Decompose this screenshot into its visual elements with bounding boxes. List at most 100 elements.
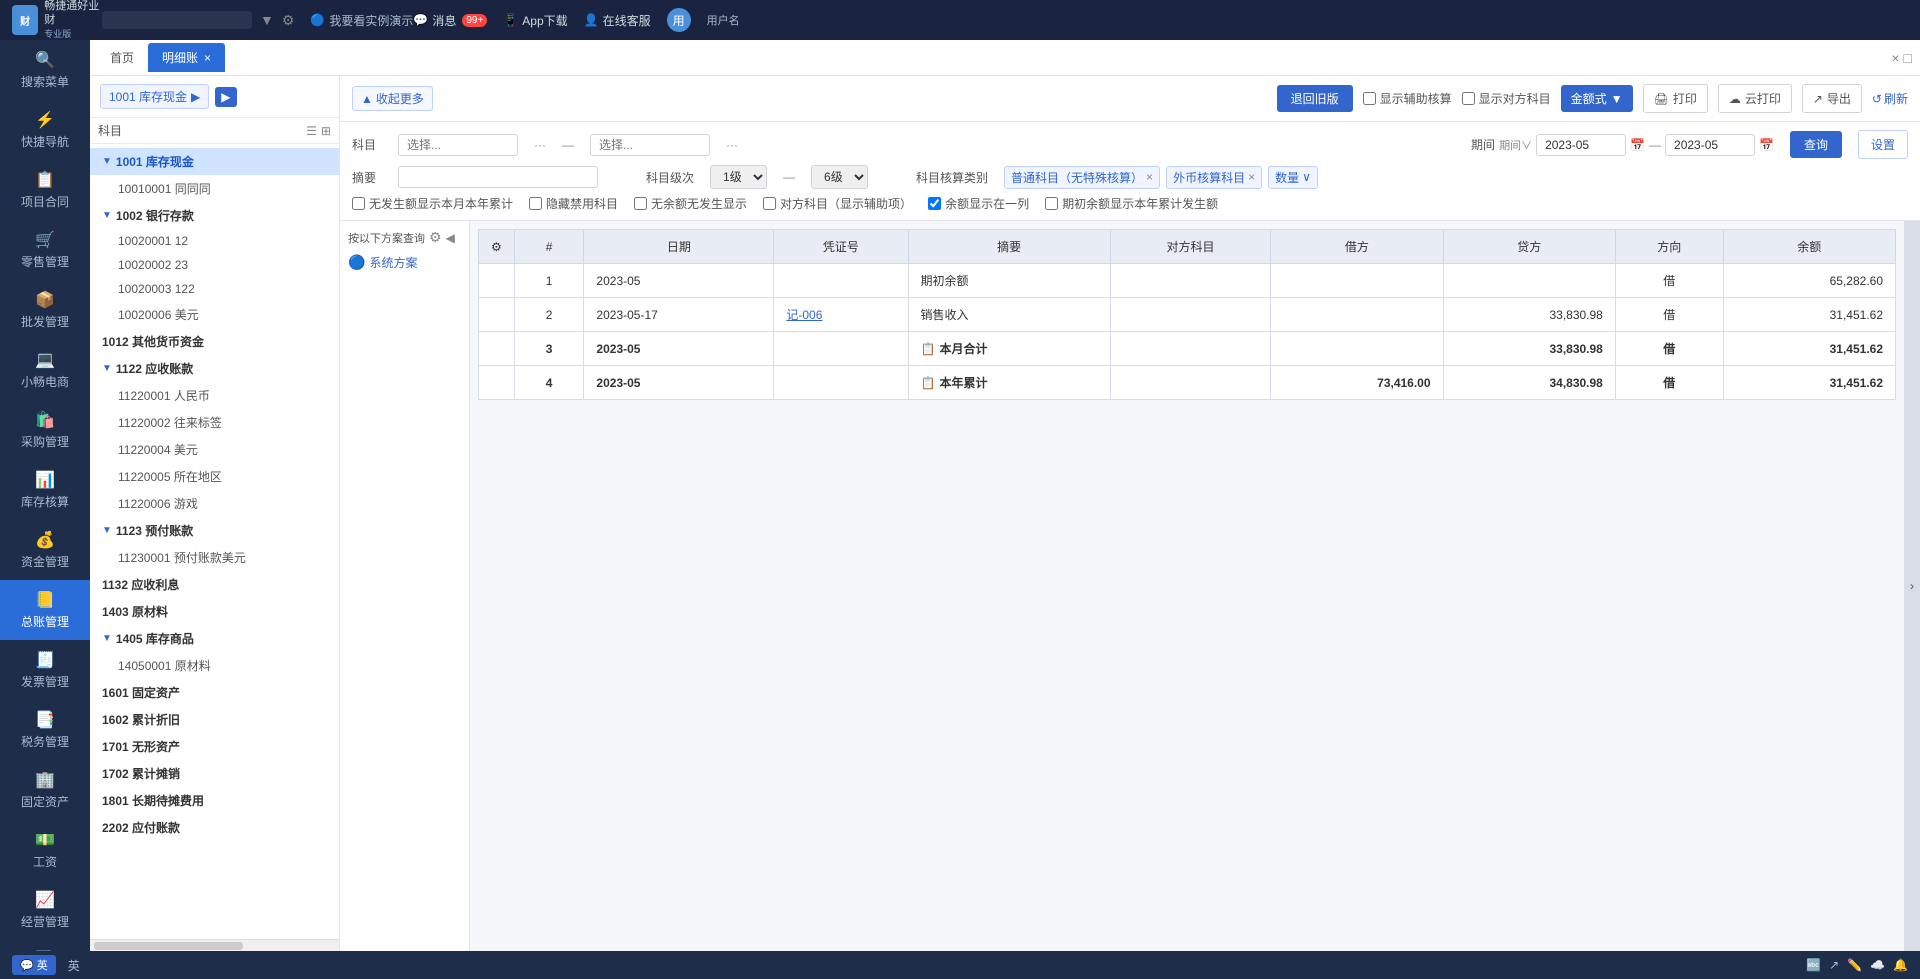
tree-item-1601[interactable]: 1601 固定资产 xyxy=(90,679,339,706)
row2-voucher[interactable]: 记-006 xyxy=(774,298,908,332)
return-old-btn[interactable]: 退回旧版 xyxy=(1277,85,1353,112)
kemu-tag-1[interactable]: 普通科目（无特殊核算） × xyxy=(1004,166,1160,189)
tree-item-1602[interactable]: 1602 累计折旧 xyxy=(90,706,339,733)
status-icon-5[interactable]: 🔔 xyxy=(1893,958,1908,972)
cloud-print-btn[interactable]: ☁ 云打印 xyxy=(1718,84,1792,113)
tree-item-1403[interactable]: 1403 原材料 xyxy=(90,598,339,625)
sidebar-item-capital[interactable]: 💰 资金管理 xyxy=(0,520,90,580)
tree-item-1405[interactable]: ▼ 1405 库存商品 xyxy=(90,625,339,652)
sidebar-item-invoice[interactable]: 🧾 发票管理 xyxy=(0,640,90,700)
sidebar-item-quicknav[interactable]: ⚡ 快捷导航 xyxy=(0,100,90,160)
period-end-input[interactable] xyxy=(1665,134,1755,156)
level-start-select[interactable]: 1级2级3级 xyxy=(710,165,767,189)
header-search-input[interactable] xyxy=(102,11,252,29)
sidebar-item-xcsales[interactable]: 📝 小畅报销 xyxy=(0,940,90,951)
sidebar-item-retail[interactable]: 🛒 零售管理 xyxy=(0,220,90,280)
refresh-btn[interactable]: ↺ 刷新 xyxy=(1872,90,1908,107)
tab-close-btn[interactable]: × xyxy=(204,51,211,65)
scheme-item[interactable]: 🔵 系统方案 xyxy=(348,254,461,271)
checkbox-no-balance[interactable]: 无余额无发生显示 xyxy=(634,195,747,212)
sidebar-item-project[interactable]: 📋 项目合同 xyxy=(0,160,90,220)
tag1-remove-btn[interactable]: × xyxy=(1146,170,1153,184)
online-service-btn[interactable]: 👤 在线客服 xyxy=(584,12,651,29)
tree-item-1122[interactable]: ▼ 1122 应收账款 xyxy=(90,355,339,382)
tree-item-11220001[interactable]: 11220001 人民币 xyxy=(90,382,339,409)
search-dropdown-icon[interactable]: ▼ xyxy=(260,12,274,28)
sidebar-item-assets[interactable]: 🏢 固定资产 xyxy=(0,760,90,820)
settings-icon[interactable]: ⚙ xyxy=(282,12,295,29)
tab-close-window-btn[interactable]: × xyxy=(1891,50,1899,66)
level-end-select[interactable]: 6级5级4级 xyxy=(811,165,868,189)
no-balance-input[interactable] xyxy=(634,197,647,210)
contra-checkbox-input[interactable] xyxy=(1462,92,1475,105)
checkbox-opening[interactable]: 期初余额显示本年累计发生额 xyxy=(1045,195,1218,212)
checkbox-no-amount[interactable]: 无发生额显示本月本年累计 xyxy=(352,195,513,212)
tree-item-1702[interactable]: 1702 累计摊销 xyxy=(90,760,339,787)
tree-item-11220002[interactable]: 11220002 往来标签 xyxy=(90,409,339,436)
tree-item-1001[interactable]: ▼ 1001 库存现金 xyxy=(90,148,339,175)
sidebar-item-inventory[interactable]: 📊 库存核算 xyxy=(0,460,90,520)
contra-input[interactable] xyxy=(763,197,776,210)
scroll-bar[interactable] xyxy=(90,939,339,951)
sidebar-item-search[interactable]: 🔍 搜索菜单 xyxy=(0,40,90,100)
tab-home[interactable]: 首页 xyxy=(98,43,146,72)
checkbox-balance-one-col[interactable]: 余额显示在一列 xyxy=(928,195,1029,212)
sidebar-item-operations[interactable]: 📈 经营管理 xyxy=(0,880,90,940)
show-aux-checkbox[interactable]: 显示辅助核算 xyxy=(1363,90,1452,107)
collapse-arrow-icon[interactable]: ◀ xyxy=(446,231,455,245)
sidebar-item-tax[interactable]: 📑 税务管理 xyxy=(0,700,90,760)
checkbox-contra[interactable]: 对方科目（显示辅助项） xyxy=(763,195,912,212)
subject-input2[interactable] xyxy=(590,134,710,156)
opening-input[interactable] xyxy=(1045,197,1058,210)
no-amount-input[interactable] xyxy=(352,197,365,210)
tree-item-1002[interactable]: ▼ 1002 银行存款 xyxy=(90,202,339,229)
sidebar-item-wholesale[interactable]: 📦 批发管理 xyxy=(0,280,90,340)
tree-item-11220006[interactable]: 11220006 游戏 xyxy=(90,490,339,517)
print-btn[interactable]: 🖨 打印 xyxy=(1643,84,1708,113)
tree-item-10020006[interactable]: 10020006 美元 xyxy=(90,301,339,328)
subject-input[interactable] xyxy=(398,134,518,156)
period-end-cal-icon[interactable]: 📅 xyxy=(1759,138,1774,152)
subject-more-icon[interactable]: ··· xyxy=(534,138,546,152)
app-download-btn[interactable]: 📱 App下载 xyxy=(503,12,567,29)
tree-item-11220005[interactable]: 11220005 所在地区 xyxy=(90,463,339,490)
tab-maximize-btn[interactable]: □ xyxy=(1904,50,1912,66)
expand-btn[interactable]: ▶ xyxy=(215,87,236,107)
demo-link[interactable]: 🔵 我要看实例演示 xyxy=(310,12,413,29)
tree-item-14050001[interactable]: 14050001 原材料 xyxy=(90,652,339,679)
sidebar-item-purchase[interactable]: 🛍️ 采购管理 xyxy=(0,400,90,460)
status-icon-1[interactable]: 🔤 xyxy=(1806,958,1821,972)
tree-item-1701[interactable]: 1701 无形资产 xyxy=(90,733,339,760)
tree-item-1132[interactable]: 1132 应收利息 xyxy=(90,571,339,598)
tree-item-2202[interactable]: 2202 应付账款 xyxy=(90,814,339,841)
tree-item-11220004[interactable]: 11220004 美元 xyxy=(90,436,339,463)
period-start-cal-icon[interactable]: 📅 xyxy=(1630,138,1645,152)
hide-disabled-input[interactable] xyxy=(529,197,542,210)
export-btn[interactable]: ↗ 导出 xyxy=(1802,84,1862,113)
status-chat-btn[interactable]: 💬 英 xyxy=(12,955,56,975)
sidebar-item-payroll[interactable]: 💵 工资 xyxy=(0,820,90,880)
message-btn[interactable]: 💬 消息 99+ xyxy=(413,12,487,29)
tree-view-icon[interactable]: ⊞ xyxy=(321,124,331,138)
kemu-tag-3[interactable]: 数量 ∨ xyxy=(1268,166,1318,189)
sidebar-item-ecommerce[interactable]: 💻 小畅电商 xyxy=(0,340,90,400)
balance-one-col-input[interactable] xyxy=(928,197,941,210)
col-settings[interactable]: ⚙ xyxy=(479,230,515,264)
user-avatar[interactable]: 用 xyxy=(667,8,691,32)
account-tag[interactable]: 1001 库存现金 ▶ xyxy=(100,84,209,109)
tree-item-10010001[interactable]: 10010001 同同同 xyxy=(90,175,339,202)
tree-item-10020003[interactable]: 10020003 122 xyxy=(90,277,339,301)
tag2-remove-btn[interactable]: × xyxy=(1248,170,1255,184)
list-view-icon[interactable]: ☰ xyxy=(306,124,317,138)
query-btn[interactable]: 查询 xyxy=(1790,131,1842,158)
tree-item-1123[interactable]: ▼ 1123 预付账款 xyxy=(90,517,339,544)
status-icon-4[interactable]: ☁️ xyxy=(1870,958,1885,972)
settings-gear-icon[interactable]: ⚙ xyxy=(429,229,442,246)
expand-more-btn[interactable]: ▲ 收起更多 xyxy=(352,86,433,111)
settings-btn[interactable]: 设置 xyxy=(1858,130,1908,159)
tree-item-10020002[interactable]: 10020002 23 xyxy=(90,253,339,277)
status-icon-2[interactable]: ↗ xyxy=(1829,958,1839,972)
tree-item-10020001[interactable]: 10020001 12 xyxy=(90,229,339,253)
mode-btn[interactable]: 金额式 ▼ xyxy=(1561,85,1633,112)
aux-checkbox-input[interactable] xyxy=(1363,92,1376,105)
